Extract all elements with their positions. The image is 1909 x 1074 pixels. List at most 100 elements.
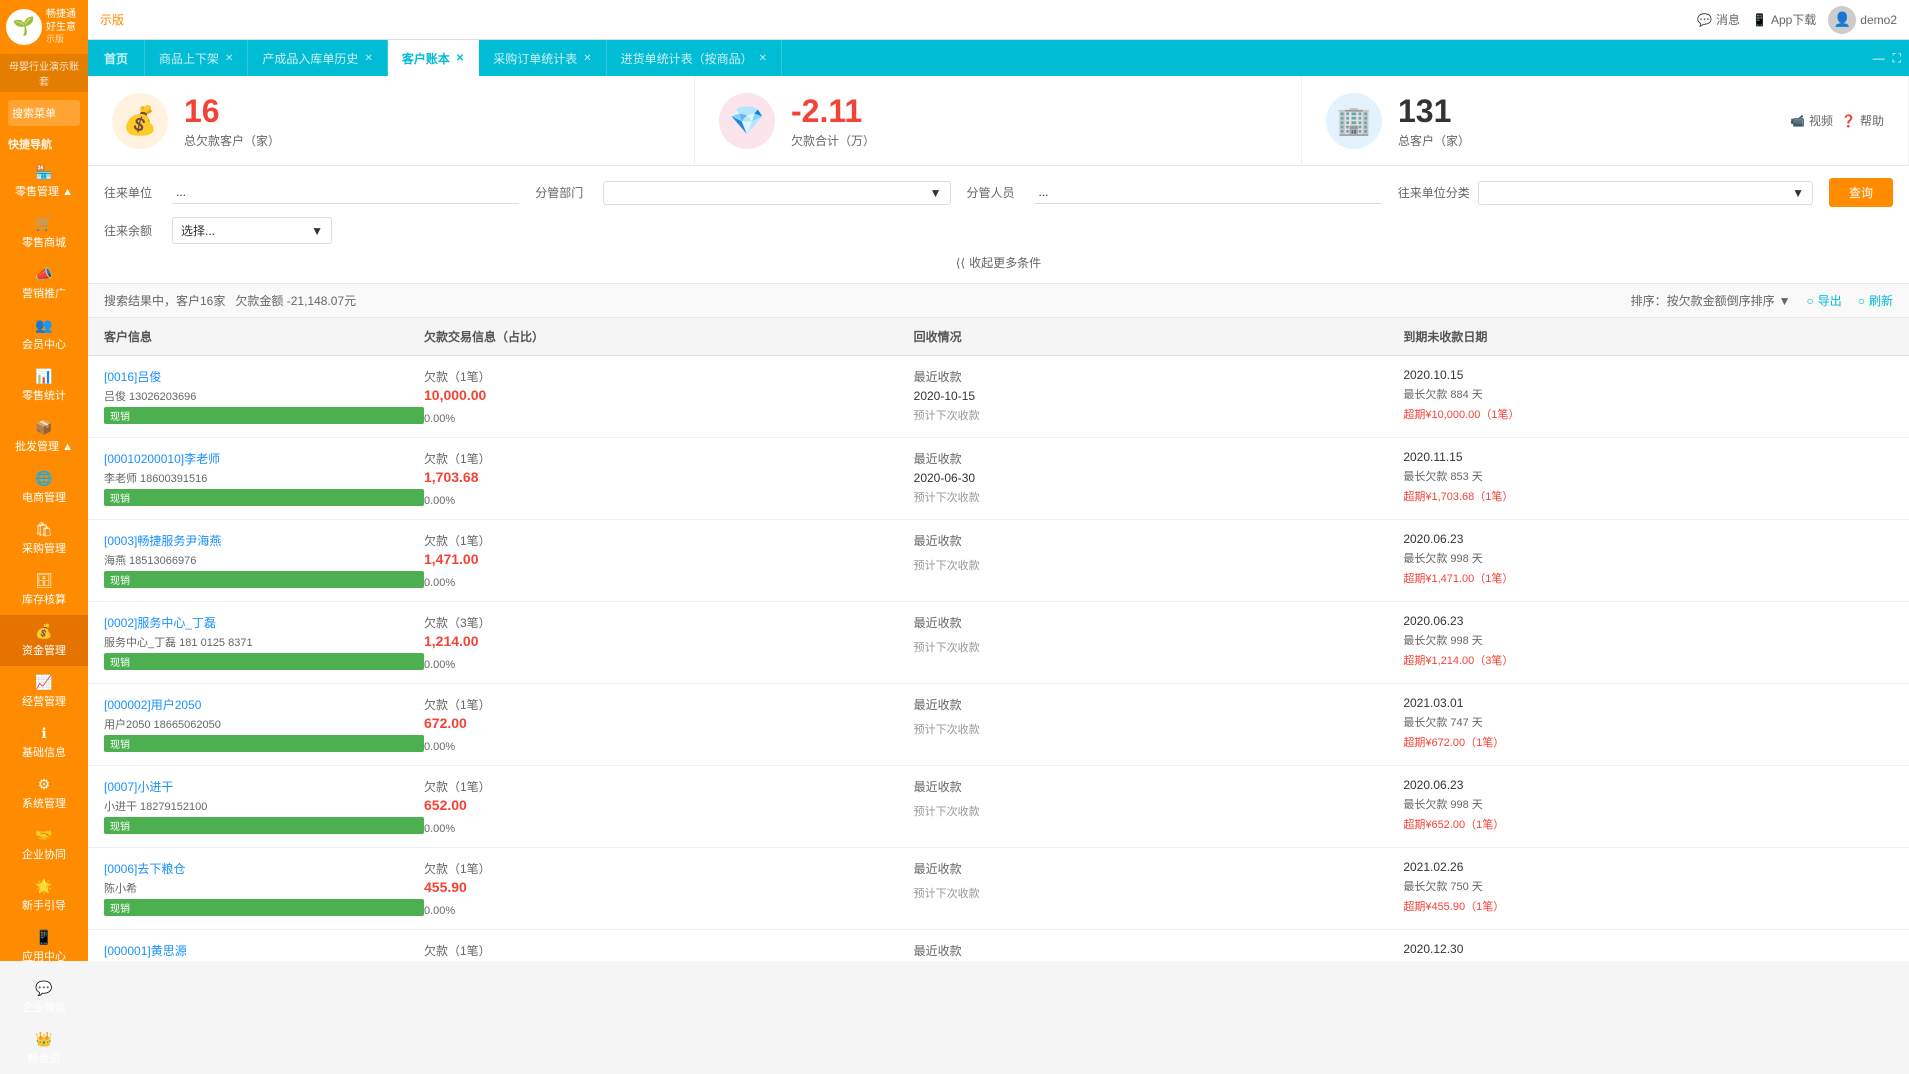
table-row: [0003]畅捷服务尹海燕 海燕 18513066976 现销 欠款（1笔） 1… (88, 520, 1909, 602)
help-button[interactable]: ❓ 帮助 (1841, 112, 1884, 129)
customer-name-4[interactable]: [000002]用户2050 (104, 696, 424, 713)
app-center-icon: 📱 (35, 929, 52, 946)
debt-ratio-0: 0.00% (424, 413, 914, 425)
sidebar-item-business[interactable]: 📈 经营管理 (0, 666, 88, 717)
filter-dept: 分管部门 ▼ (535, 181, 950, 205)
sidebar-item-ecommerce[interactable]: 🌐 电商管理 (0, 462, 88, 513)
due-days-2: 最长欠款 998 天 (1403, 550, 1893, 566)
tab-customer[interactable]: 客户账本 ✕ (388, 40, 479, 76)
filter-row-2: 往来余额 选择... ▼ (104, 217, 1893, 244)
due-overdue-3[interactable]: 超期¥1,214.00（3笔） (1403, 652, 1893, 668)
search-menu-button[interactable]: 搜索菜单 (8, 100, 80, 126)
balance-select[interactable]: 选择... ▼ (172, 217, 332, 244)
tab-production-close[interactable]: ✕ (364, 53, 372, 64)
tab-minimize-icon[interactable]: — (1873, 51, 1885, 65)
recovery-date-0: 2020-10-15 (914, 389, 1404, 403)
balance-label: 往来余额 (104, 222, 164, 239)
due-info-0: 2020.10.15 最长欠款 884 天 超期¥10,000.00（1笔） (1403, 368, 1893, 422)
sidebar-item-basic-info[interactable]: ℹ 基础信息 (0, 717, 88, 768)
app-download-icon: 📱 (1752, 13, 1767, 27)
customer-name-5[interactable]: [0007]小进干 (104, 778, 424, 795)
total-customers-icon: 🏢 (1326, 93, 1382, 149)
enterprise-icon: 🤝 (35, 827, 52, 844)
due-overdue-5[interactable]: 超期¥652.00（1笔） (1403, 816, 1893, 832)
dept-chevron-icon: ▼ (930, 186, 942, 200)
system-icon: ⚙ (38, 776, 51, 793)
sidebar-item-newcomer[interactable]: 🌟 新手引导 (0, 870, 88, 921)
customer-name-1[interactable]: [00010200010]李老师 (104, 450, 424, 467)
customer-name-7[interactable]: [000001]黄思源 (104, 942, 424, 959)
customer-name-6[interactable]: [0006]去下粮仓 (104, 860, 424, 877)
dept-select[interactable]: ▼ (603, 181, 950, 205)
tab-maximize-icon[interactable]: ⛶ (1893, 51, 1901, 66)
message-button[interactable]: 💬 消息 (1697, 11, 1740, 28)
due-info-4: 2021.03.01 最长欠款 747 天 超期¥672.00（1笔） (1403, 696, 1893, 750)
sidebar-item-system[interactable]: ⚙ 系统管理 (0, 768, 88, 819)
due-overdue-4[interactable]: 超期¥672.00（1笔） (1403, 734, 1893, 750)
due-overdue-2[interactable]: 超期¥1,471.00（1笔） (1403, 570, 1893, 586)
unit-type-select[interactable]: ▼ (1478, 181, 1813, 205)
sidebar-item-enterprise[interactable]: 🤝 企业协同 (0, 819, 88, 870)
debt-info-7: 欠款（1笔） 429.00 0.00% (424, 942, 914, 961)
recovery-date-1: 2020-06-30 (914, 471, 1404, 485)
sidebar-item-app-center[interactable]: 📱 应用中心 (0, 921, 88, 972)
export-button[interactable]: ○ 导出 (1806, 292, 1841, 309)
tab-purchase-close[interactable]: ✕ (583, 53, 591, 64)
topbar-right: 💬 消息 📱 App下载 👤 demo2 (1697, 6, 1897, 34)
tab-production[interactable]: 产成品入库单历史 ✕ (248, 40, 387, 76)
refresh-label: 刷新 (1869, 292, 1893, 309)
tab-purchase[interactable]: 采购订单统计表 ✕ (479, 40, 606, 76)
tab-inventory-close[interactable]: ✕ (759, 53, 767, 64)
sidebar-item-inventory[interactable]: 🗄 库存核算 (0, 564, 88, 615)
sidebar-item-retail-mall[interactable]: 🛒 零售商城 (0, 207, 88, 258)
recovery-info-7: 最近收款 预计下次收款 (914, 942, 1404, 961)
sidebar-item-label: 企业协同 (22, 846, 66, 862)
tab-customer-close[interactable]: ✕ (456, 53, 464, 64)
sidebar-item-enterprise-wx[interactable]: 💬 企业微信 (0, 972, 88, 1023)
recovery-label-4: 最近收款 (914, 696, 1404, 713)
sidebar-item-marketing[interactable]: 📣 营销推广 (0, 258, 88, 309)
customer-name-3[interactable]: [0002]服务中心_丁磊 (104, 614, 424, 631)
col-debt-info: 欠款交易信息（占比） (424, 328, 914, 345)
sort-select[interactable]: 排序：按欠款金额倒序排序 ▼ (1631, 292, 1791, 309)
customer-name-0[interactable]: [0016]吕俊 (104, 368, 424, 385)
debt-count-0: 欠款（1笔） (424, 368, 914, 385)
home-link[interactable]: 示版 (100, 11, 124, 28)
due-overdue-1[interactable]: 超期¥1,703.68（1笔） (1403, 488, 1893, 504)
app-download-button[interactable]: 📱 App下载 (1752, 11, 1816, 28)
sidebar-item-retail-stats[interactable]: 📊 零售统计 (0, 360, 88, 411)
due-date-4: 2021.03.01 (1403, 696, 1893, 710)
person-input[interactable]: ... (1035, 181, 1382, 204)
search-button[interactable]: 查询 (1829, 178, 1893, 207)
export-label: 导出 (1818, 292, 1842, 309)
tab-inventory[interactable]: 进货单统计表（按商品） ✕ (607, 40, 782, 76)
ecommerce-icon: 🌐 (35, 470, 52, 487)
tab-products-close[interactable]: ✕ (225, 53, 233, 64)
user-profile[interactable]: 👤 demo2 (1828, 6, 1897, 34)
sidebar-item-batch-mgmt[interactable]: 📦 批发管理 ▲ (0, 411, 88, 462)
due-days-6: 最长欠款 750 天 (1403, 878, 1893, 894)
person-placeholder: ... (1039, 185, 1049, 199)
due-info-7: 2020.12.30 最长欠款 808 天 超期¥429.00（1笔） (1403, 942, 1893, 961)
sidebar-item-purchase[interactable]: 🛍 采购管理 (0, 513, 88, 564)
sidebar-search-area: 搜索菜单 (0, 94, 88, 132)
unit-type-chevron-icon: ▼ (1792, 186, 1804, 200)
due-overdue-0[interactable]: 超期¥10,000.00（1笔） (1403, 406, 1893, 422)
collapse-row[interactable]: ⟨⟨ 收起更多条件 (104, 254, 1893, 271)
enterprise-wx-icon: 💬 (35, 980, 52, 997)
sidebar-item-retail-mgmt[interactable]: 🏪 零售管理 ▲ (0, 156, 88, 207)
tab-home[interactable]: 首页 (88, 40, 145, 76)
customer-name-2[interactable]: [0003]畅捷服务尹海燕 (104, 532, 424, 549)
due-info-3: 2020.06.23 最长欠款 998 天 超期¥1,214.00（3笔） (1403, 614, 1893, 668)
video-button[interactable]: 📹 视频 (1790, 112, 1833, 129)
from-unit-input[interactable]: ... (172, 181, 519, 204)
sidebar-item-finance[interactable]: 💰 资金管理 (0, 615, 88, 666)
tab-products[interactable]: 商品上下架 ✕ (145, 40, 248, 76)
refresh-button[interactable]: ○ 刷新 (1858, 292, 1893, 309)
due-overdue-6[interactable]: 超期¥455.90（1笔） (1403, 898, 1893, 914)
customer-sub-2: 海燕 18513066976 (104, 552, 424, 568)
results-amount-value: -21,148.07元 (287, 294, 356, 308)
sidebar-item-members[interactable]: 👥 会员中心 (0, 309, 88, 360)
tab-bar: 首页 商品上下架 ✕ 产成品入库单历史 ✕ 客户账本 ✕ 采购订单统计表 ✕ 进… (88, 40, 1909, 76)
sidebar-item-vip[interactable]: 👑 畅会员 (0, 1023, 88, 1074)
